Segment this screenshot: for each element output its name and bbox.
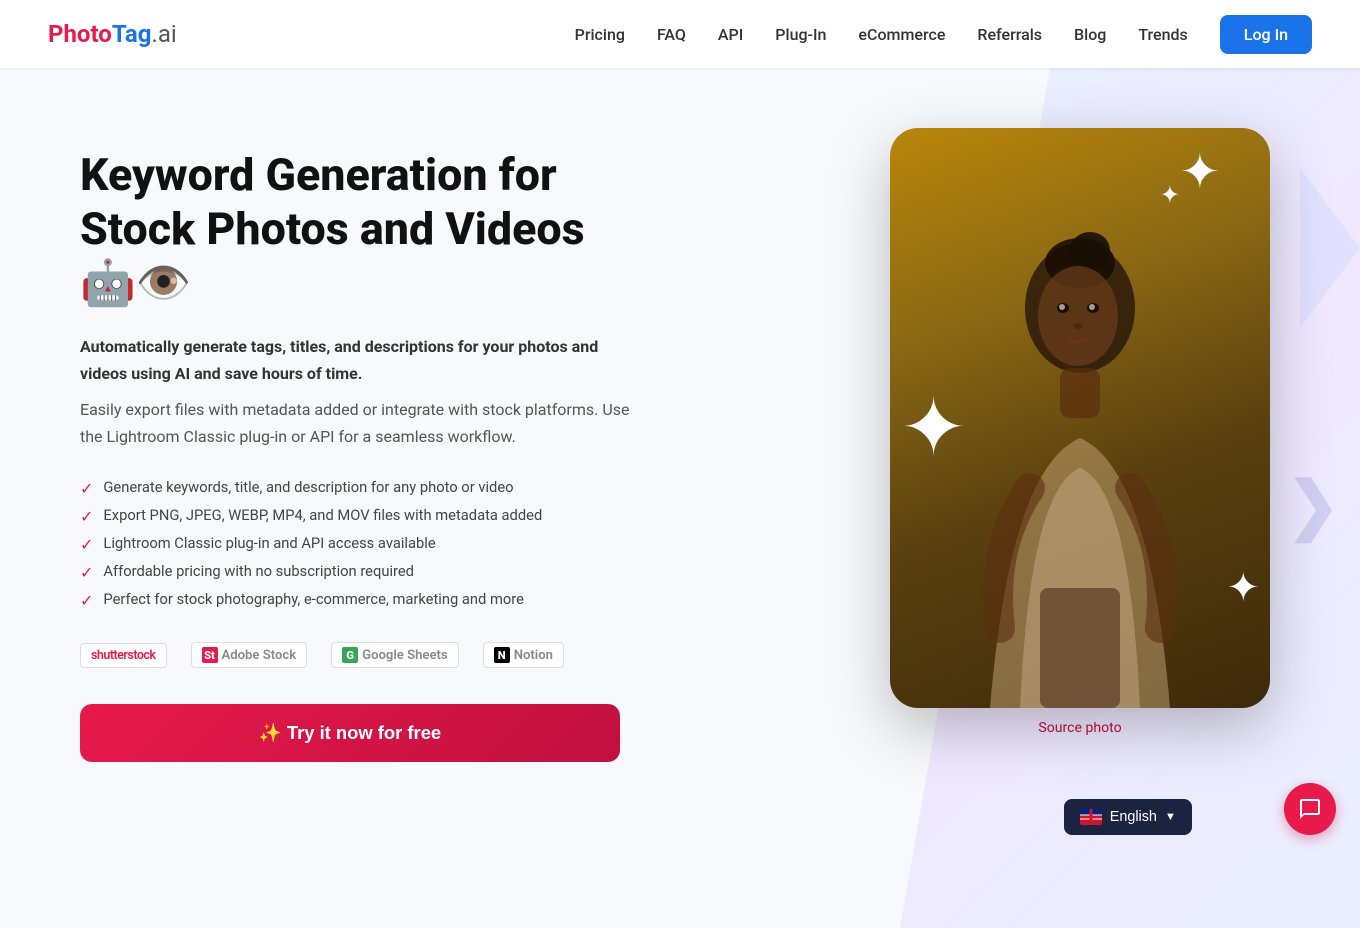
navigation: PhotoTag.ai Pricing FAQ API Plug-In eCom… [0,0,1360,68]
deco-arrow: ❯ [1286,468,1340,543]
login-button[interactable]: Log In [1220,15,1312,54]
check-icon: ✓ [80,591,93,610]
hero-description: Easily export files with metadata added … [80,396,640,450]
list-item: ✓ Lightroom Classic plug-in and API acce… [80,534,640,554]
logo-ai: .ai [151,20,176,48]
nav-faq[interactable]: FAQ [657,25,686,44]
language-switcher[interactable]: English ▼ [1064,799,1192,835]
person-image [930,208,1230,708]
notion-icon: N [494,647,510,663]
nav-trends[interactable]: Trends [1138,25,1187,44]
logo[interactable]: PhotoTag.ai [48,20,177,48]
language-label: English [1110,809,1157,825]
sparkle-icon-2: ✦ [1160,183,1180,207]
nav-blog[interactable]: Blog [1074,25,1106,44]
logo-tag: Tag [112,20,152,48]
check-icon: ✓ [80,479,93,498]
nav-ecommerce[interactable]: eCommerce [858,25,945,44]
source-photo-link[interactable]: Source photo [1038,720,1121,736]
partner-logos: shutterstock St Adobe Stock G Google She… [80,642,640,668]
nav-pricing[interactable]: Pricing [575,25,625,44]
hero-subtitle: Automatically generate tags, titles, and… [80,333,640,387]
deco-triangle [1300,168,1360,328]
chat-button[interactable] [1284,783,1336,835]
nav-api[interactable]: API [718,25,743,44]
logo-photo: Photo [48,20,112,48]
partner-shutterstock: shutterstock [80,643,167,668]
partner-notion: N Notion [483,642,564,668]
cta-button[interactable]: ✨ Try it now for free [80,704,620,762]
check-icon: ✓ [80,535,93,554]
sparkle-icon-1: ✦ [1180,148,1220,196]
list-item: ✓ Generate keywords, title, and descript… [80,478,640,498]
list-item: ✓ Affordable pricing with no subscriptio… [80,562,640,582]
sparkle-icon-3: ✦ [900,388,967,468]
partner-google-sheets: G Google Sheets [331,642,459,668]
hero-content: Keyword Generation for Stock Photos and … [80,128,640,762]
hero-image-area: ✦ ✦ ✦ ✦ Source photo [880,128,1280,736]
gsheets-icon: G [342,647,358,663]
list-item: ✓ Export PNG, JPEG, WEBP, MP4, and MOV f… [80,506,640,526]
check-icon: ✓ [80,563,93,582]
list-item: ✓ Perfect for stock photography, e-comme… [80,590,640,610]
check-icon: ✓ [80,507,93,526]
chevron-down-icon: ▼ [1165,811,1176,823]
sparkle-icon-4: ✦ [1226,568,1260,608]
flag-icon [1080,809,1102,825]
nav-links: Pricing FAQ API Plug-In eCommerce Referr… [575,25,1312,44]
hero-title: Keyword Generation for Stock Photos and … [80,148,640,309]
feature-list: ✓ Generate keywords, title, and descript… [80,478,640,610]
partner-adobe-stock: St Adobe Stock [191,642,308,668]
nav-plugin[interactable]: Plug-In [775,25,826,44]
hero-section: Keyword Generation for Stock Photos and … [0,68,1360,802]
adobe-icon: St [202,647,218,663]
hero-image-card: ✦ ✦ ✦ ✦ [890,128,1270,708]
nav-referrals[interactable]: Referrals [977,25,1042,44]
chat-icon [1298,797,1322,821]
